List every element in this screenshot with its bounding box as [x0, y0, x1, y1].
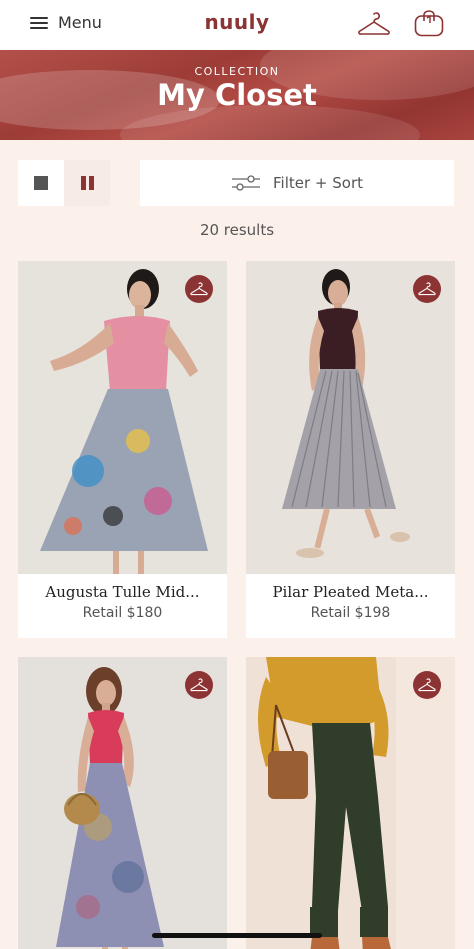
grid-double-icon — [80, 176, 94, 190]
product-name[interactable]: Pilar Pleated Meta... — [246, 583, 455, 601]
results-count: 20 results — [199, 221, 275, 239]
add-to-closet-button[interactable] — [185, 275, 213, 303]
product-card[interactable] — [18, 657, 227, 949]
banner-eyebrow: COLLECTION — [194, 65, 280, 78]
single-column-view-button[interactable] — [18, 160, 64, 206]
product-card[interactable]: Pilar Pleated Meta... Retail $198 — [246, 261, 455, 638]
hanger-badge-icon — [190, 282, 208, 296]
add-to-closet-button[interactable] — [413, 275, 441, 303]
sliders-icon — [232, 175, 260, 191]
grid-single-icon — [34, 176, 48, 190]
product-name[interactable]: Augusta Tulle Mid... — [18, 583, 227, 601]
home-indicator — [152, 933, 322, 938]
product-card[interactable] — [246, 657, 455, 949]
product-price: Retail $180 — [82, 605, 163, 621]
brand-logo[interactable]: nuuly — [0, 10, 474, 34]
product-image[interactable] — [246, 261, 455, 574]
product-image[interactable] — [18, 657, 227, 949]
add-to-closet-button[interactable] — [185, 671, 213, 699]
product-image[interactable] — [18, 261, 227, 574]
top-navigation-bar: Menu nuuly — [0, 0, 474, 50]
add-to-closet-button[interactable] — [413, 671, 441, 699]
product-image[interactable] — [246, 657, 455, 949]
collection-banner: COLLECTION My Closet — [0, 50, 474, 140]
hanger-badge-icon — [190, 678, 208, 692]
filter-sort-button[interactable]: Filter + Sort — [140, 160, 454, 206]
product-card[interactable]: Augusta Tulle Mid... Retail $180 — [18, 261, 227, 638]
hanger-icon[interactable] — [358, 12, 390, 36]
bag-icon[interactable] — [414, 10, 444, 37]
filter-sort-label: Filter + Sort — [273, 174, 363, 192]
page-title: My Closet — [157, 78, 317, 112]
two-column-view-button[interactable] — [64, 160, 110, 206]
hanger-badge-icon — [418, 282, 436, 296]
view-toggle — [18, 160, 110, 206]
product-info: Pilar Pleated Meta... Retail $198 — [246, 574, 455, 638]
product-price: Retail $198 — [310, 605, 391, 621]
product-info: Augusta Tulle Mid... Retail $180 — [18, 574, 227, 638]
hanger-badge-icon — [418, 678, 436, 692]
